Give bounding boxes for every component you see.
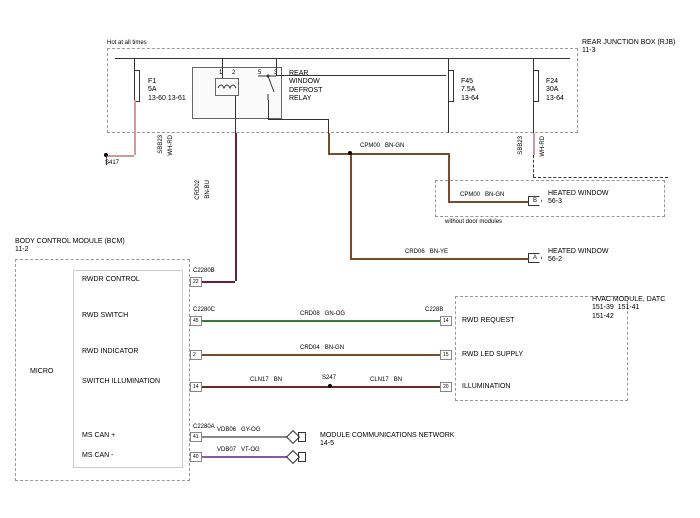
can-p-symbol	[288, 432, 304, 440]
bcm-rwdr: RWDR CONTROL	[82, 276, 140, 284]
bnbu-label: BN-BU	[205, 180, 212, 199]
bcm-sw: RWD SWITCH	[82, 312, 128, 320]
crd08-label: CRD08 GN-OG	[300, 311, 345, 318]
node-cpm-branch	[348, 151, 352, 155]
pin-22: 22	[190, 277, 202, 287]
crd04-label: CRD04 BN-GN	[300, 345, 344, 352]
c2280c-label: C2280C	[193, 307, 215, 314]
crd06-label: CRD06 BN-YE	[405, 249, 448, 256]
vdb07-label: VDB07 VT-OG	[217, 447, 260, 454]
relay-p3-to-f45-wire	[276, 75, 446, 76]
relay-p2: 2	[232, 70, 235, 77]
wire-sbb23-r	[533, 133, 535, 155]
wire-cpm00-v	[328, 133, 330, 153]
wire-f1-s417	[134, 100, 136, 155]
pin-14-1: 14	[190, 382, 202, 392]
heated-window-a-label: HEATED WINDOW56-2	[548, 248, 609, 265]
f1-top	[134, 58, 135, 70]
whrd-2-label: WH-RD	[540, 136, 547, 157]
relay-p5-inner2	[268, 119, 328, 120]
hvac-illum: ILLUMINATION	[462, 383, 511, 391]
wire-crd08	[202, 320, 440, 322]
heated-window-a-pentagon: A	[528, 253, 542, 263]
c228b-label: C228B	[425, 307, 443, 314]
wire-s417-h	[108, 155, 134, 157]
s417-dashed	[106, 155, 107, 165]
wire-vdb06	[202, 436, 287, 438]
wire-f45-inner	[448, 100, 449, 133]
bcm-ind: RWD INDICATOR	[82, 348, 138, 356]
f24-dashed-h	[533, 177, 668, 178]
whrd-1-label: WH-RD	[168, 135, 175, 156]
vdb06-label: VDB06 GY-OG	[217, 427, 260, 434]
relay-coil	[215, 78, 239, 96]
cpm00-1-label: CPM00 BN-GN	[360, 143, 404, 150]
s417-label: S417	[105, 160, 119, 167]
pin-45: 45	[190, 316, 202, 326]
f24-down-inner	[533, 100, 534, 133]
rjb-bus	[115, 58, 570, 59]
can-n-symbol	[288, 452, 304, 460]
s247-node	[328, 384, 332, 388]
hvac-title: HVAC MODULE, DATC151-39 151-41151-42	[592, 296, 665, 321]
cln17-2-label: CLN17 BN	[370, 377, 402, 384]
wire-cln17	[202, 386, 440, 388]
relay-p5-inner3	[328, 119, 329, 133]
crd02-label: CRD02	[195, 180, 202, 200]
hvac-led: RWD LED SUPPLY	[462, 351, 523, 359]
c2280a-label: C2280A	[193, 424, 215, 431]
sbb23-1-label: SBB23	[158, 135, 165, 154]
bcm-cann: MS CAN -	[82, 452, 114, 460]
fuse-f1-label: F15A13-60 13-61	[148, 78, 186, 103]
nodoor-label: without door modules	[445, 219, 502, 226]
pin-14-2: 14	[440, 316, 452, 326]
bcm-micro: MICRO	[30, 368, 53, 376]
fuse-f1	[128, 70, 144, 100]
relay-coil-top-wire	[222, 58, 223, 78]
pin-40: 40	[190, 452, 202, 462]
relay-coil-out-inner	[235, 96, 236, 133]
pin-41: 41	[190, 432, 202, 442]
relay-p5-inner1	[268, 100, 269, 119]
nodoor-box	[435, 180, 665, 217]
s247-label: S247	[322, 375, 336, 382]
rjb-title: REAR JUNCTION BOX (RJB)11-3	[582, 39, 675, 56]
hvac-req: RWD REQUEST	[462, 317, 514, 325]
bcm-title: BODY CONTROL MODULE (BCM)11-2	[15, 238, 125, 255]
hot-label: Hot at all times	[107, 40, 147, 47]
wire-crd04	[202, 354, 440, 356]
wire-crd06-h	[350, 258, 528, 260]
bcm-illum: SWITCH ILLUMINATION	[82, 378, 160, 386]
fuse-f24-label: F2430A13-64	[546, 78, 564, 103]
pin-15: 15	[440, 350, 452, 360]
f24-top	[533, 58, 534, 70]
pin-2: 2	[190, 350, 202, 360]
crd02-to-pin22	[202, 281, 235, 283]
c2280b-label: C2280B	[193, 268, 215, 275]
relay-p5: 5	[258, 70, 261, 77]
mcn-label: MODULE COMMUNICATIONS NETWORK14-5	[320, 432, 454, 449]
pin-20: 20	[440, 382, 452, 392]
bcm-canp: MS CAN +	[82, 432, 115, 440]
fuse-f45-label: F457.5A13-64	[461, 78, 479, 103]
wire-cpm00-h1	[328, 153, 448, 155]
f24-dashed	[533, 155, 534, 177]
sbb23-2-label: SBB23	[518, 136, 525, 155]
wire-crd02-v	[235, 133, 237, 281]
wire-crd06-v	[350, 153, 352, 258]
cln17-1-label: CLN17 BN	[250, 377, 282, 384]
f45-top	[448, 58, 449, 70]
fuse-f24	[527, 70, 543, 100]
relay-p3-top-wire	[276, 58, 277, 75]
wire-vdb07	[202, 456, 287, 458]
